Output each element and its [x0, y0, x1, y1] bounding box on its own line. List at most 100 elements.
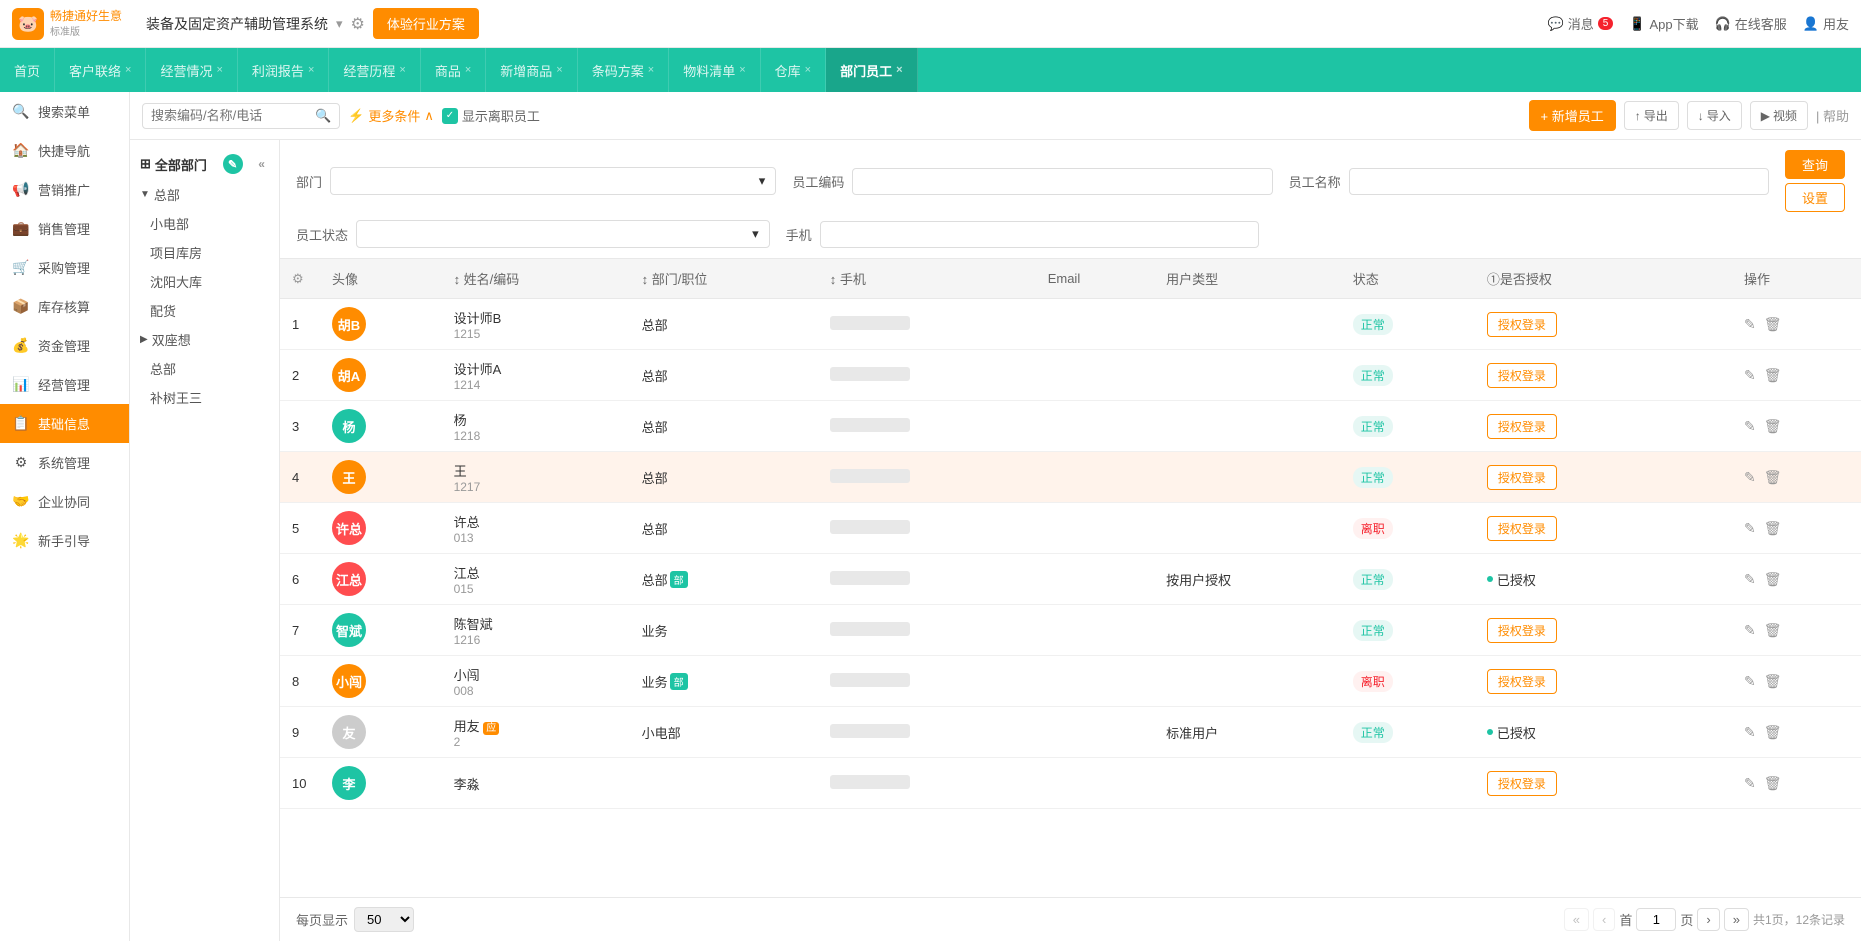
emp-name-input[interactable] — [1349, 168, 1769, 195]
settings-icon[interactable]: ⚙ — [351, 14, 365, 34]
next-page-button[interactable]: › — [1697, 908, 1719, 931]
dept-collapse-button[interactable]: « — [258, 157, 265, 171]
tab-warehouse[interactable]: 仓库× — [761, 48, 826, 92]
authorize-button[interactable]: 授权登录 — [1487, 465, 1557, 490]
delete-icon[interactable]: 🗑 — [1764, 673, 1782, 690]
sidebar-item-inventory[interactable]: 📦 库存核算 — [0, 287, 129, 326]
search-box[interactable]: 🔍 — [142, 103, 340, 129]
tab-operation[interactable]: 经营情况× — [146, 48, 237, 92]
dept-item-zongbu-parent[interactable]: ▼ 总部 — [130, 180, 279, 209]
close-icon[interactable]: × — [399, 64, 405, 76]
edit-icon[interactable]: ✎ — [1744, 520, 1756, 537]
settings-icon[interactable]: ⚙ — [292, 271, 304, 286]
import-button[interactable]: ↓ 导入 — [1687, 101, 1742, 130]
sidebar-item-business[interactable]: 📊 经营管理 — [0, 365, 129, 404]
edit-icon[interactable]: ✎ — [1744, 775, 1756, 792]
delete-icon[interactable]: 🗑 — [1764, 367, 1782, 384]
delete-icon[interactable]: 🗑 — [1764, 316, 1782, 333]
sidebar-item-finance[interactable]: 💰 资金管理 — [0, 326, 129, 365]
dept-item-peihuo[interactable]: 配货 — [130, 296, 279, 325]
sidebar-item-system[interactable]: ⚙ 系统管理 — [0, 443, 129, 482]
col-settings[interactable]: ⚙ — [280, 259, 320, 299]
online-service-button[interactable]: 🎧 在线客服 — [1715, 14, 1787, 33]
dept-item-shenyang[interactable]: 沈阳大库 — [130, 267, 279, 296]
edit-icon[interactable]: ✎ — [1744, 418, 1756, 435]
row-auth[interactable]: 授权登录 — [1475, 605, 1672, 656]
delete-icon[interactable]: 🗑 — [1764, 775, 1782, 792]
tab-bom[interactable]: 物料清单× — [669, 48, 760, 92]
app-download-button[interactable]: 📱 App下载 — [1629, 14, 1698, 33]
delete-icon[interactable]: 🗑 — [1764, 571, 1782, 588]
edit-icon[interactable]: ✎ — [1744, 622, 1756, 639]
sidebar-item-guide[interactable]: 🌟 新手引导 — [0, 521, 129, 560]
close-icon[interactable]: × — [805, 64, 811, 76]
authorize-button[interactable]: 授权登录 — [1487, 669, 1557, 694]
page-number-input[interactable] — [1636, 908, 1676, 931]
authorize-button[interactable]: 授权登录 — [1487, 618, 1557, 643]
tab-journey[interactable]: 经营历程× — [329, 48, 420, 92]
delete-icon[interactable]: 🗑 — [1764, 469, 1782, 486]
search-icon[interactable]: 🔍 — [315, 108, 331, 124]
tab-profit[interactable]: 利润报告× — [238, 48, 329, 92]
row-auth[interactable]: 授权登录 — [1475, 452, 1672, 503]
last-page-button[interactable]: » — [1724, 908, 1749, 931]
close-icon[interactable]: × — [308, 64, 314, 76]
dept-item-zongbu-child[interactable]: 总部 — [130, 354, 279, 383]
edit-icon[interactable]: ✎ — [1744, 469, 1756, 486]
tab-barcode[interactable]: 条码方案× — [578, 48, 669, 92]
add-employee-button[interactable]: + 新增员工 — [1529, 100, 1616, 131]
row-auth[interactable]: 授权登录 — [1475, 350, 1672, 401]
phone-input[interactable] — [820, 221, 1260, 248]
tab-goods[interactable]: 商品× — [421, 48, 486, 92]
message-button[interactable]: 💬 消息 5 — [1548, 14, 1614, 33]
edit-icon[interactable]: ✎ — [1744, 571, 1756, 588]
authorize-button[interactable]: 授权登录 — [1487, 363, 1557, 388]
per-page-select[interactable]: 50 100 200 — [354, 907, 414, 932]
user-avatar[interactable]: 👤 用友 — [1803, 14, 1849, 33]
sidebar-item-nav[interactable]: 🏠 快捷导航 — [0, 131, 129, 170]
dept-filter-select[interactable]: ▾ — [330, 167, 776, 195]
col-dept[interactable]: ↕ 部门/职位 — [630, 259, 818, 299]
dept-item-shuangzuo[interactable]: ▶ 双座想 — [130, 325, 279, 354]
authorize-button[interactable]: 授权登录 — [1487, 771, 1557, 796]
search-input[interactable] — [151, 108, 311, 123]
sidebar-item-marketing[interactable]: 📢 营销推广 — [0, 170, 129, 209]
tab-customer[interactable]: 客户联络× — [55, 48, 146, 92]
edit-icon[interactable]: ✎ — [1744, 724, 1756, 741]
edit-icon[interactable]: ✎ — [1744, 367, 1756, 384]
close-icon[interactable]: × — [648, 64, 654, 76]
help-button[interactable]: | 帮助 — [1816, 106, 1849, 125]
edit-icon[interactable]: ✎ — [1744, 673, 1756, 690]
view-button[interactable]: ▶ 视频 — [1750, 101, 1808, 130]
close-icon[interactable]: × — [739, 64, 745, 76]
row-auth[interactable]: 已授权 — [1475, 554, 1672, 605]
more-conditions-button[interactable]: ⚡ 更多条件 ∧ — [348, 106, 434, 125]
close-icon[interactable]: × — [465, 64, 471, 76]
sidebar-item-search[interactable]: 🔍 搜索菜单 — [0, 92, 129, 131]
row-auth[interactable]: 授权登录 — [1475, 401, 1672, 452]
dept-item-xiaodibu[interactable]: 小电部 — [130, 209, 279, 238]
trial-button[interactable]: 体验行业方案 — [373, 8, 479, 39]
row-auth[interactable]: 授权登录 — [1475, 656, 1672, 707]
prev-page-button[interactable]: ‹ — [1593, 908, 1615, 931]
dept-item-project[interactable]: 项目库房 — [130, 238, 279, 267]
emp-status-select[interactable]: ▾ — [356, 220, 770, 248]
col-phone[interactable]: ↕ 手机 — [818, 259, 1036, 299]
close-icon[interactable]: × — [896, 64, 902, 76]
tab-home[interactable]: 首页 — [0, 48, 55, 92]
row-auth[interactable]: 授权登录 — [1475, 503, 1672, 554]
search-button[interactable]: 查询 — [1785, 150, 1845, 179]
delete-icon[interactable]: 🗑 — [1764, 520, 1782, 537]
sidebar-item-sales[interactable]: 💼 销售管理 — [0, 209, 129, 248]
emp-code-input[interactable] — [852, 168, 1272, 195]
dept-item-bushu[interactable]: 补树王三 — [130, 383, 279, 412]
col-name[interactable]: ↕ 姓名/编码 — [442, 259, 630, 299]
tab-employees[interactable]: 部门员工× — [826, 48, 917, 92]
export-button[interactable]: ↑ 导出 — [1624, 101, 1679, 130]
close-icon[interactable]: × — [216, 64, 222, 76]
sidebar-item-basic[interactable]: 📋 基础信息 — [0, 404, 129, 443]
row-auth[interactable]: 已授权 — [1475, 707, 1672, 758]
edit-icon[interactable]: ✎ — [1744, 316, 1756, 333]
reset-button[interactable]: 设置 — [1785, 183, 1845, 212]
show-resigned-toggle[interactable]: ✓ 显示离职员工 — [442, 106, 540, 125]
